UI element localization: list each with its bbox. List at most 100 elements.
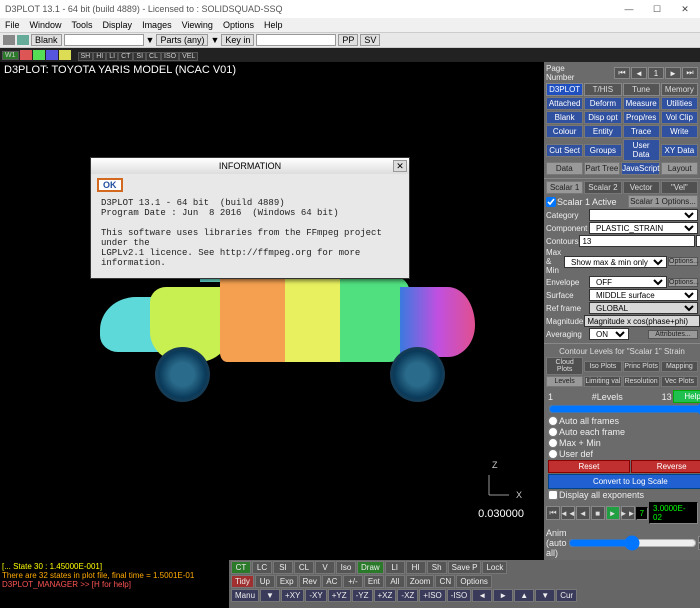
parts-dropdown[interactable]: Parts (any): [156, 34, 208, 46]
view-vel-button[interactable]: VEL: [179, 52, 198, 61]
panel-userdata[interactable]: User Data: [623, 139, 660, 161]
bottom-cn[interactable]: CN: [435, 575, 455, 588]
bottom-li[interactable]: LI: [385, 561, 405, 574]
bottom-xz[interactable]: -XZ: [397, 589, 418, 602]
component-select[interactable]: PLASTIC_STRAIN: [589, 222, 698, 234]
tab-vecplots[interactable]: Vec Plots: [661, 376, 698, 387]
contours-n[interactable]: [579, 235, 695, 247]
bottom-xy[interactable]: +XY: [281, 589, 304, 602]
anim-slider[interactable]: [568, 539, 697, 547]
bottom-ct[interactable]: CT: [231, 561, 251, 574]
bottom-hi[interactable]: HI: [406, 561, 426, 574]
page-next-icon[interactable]: ►: [665, 67, 681, 79]
bottom-ac[interactable]: AC: [322, 575, 342, 588]
btn-layout[interactable]: Layout: [661, 162, 698, 175]
bottom-[interactable]: ►: [493, 589, 513, 602]
menu-help[interactable]: Help: [264, 20, 283, 30]
tab-levels[interactable]: Levels: [546, 376, 583, 387]
bottom-lc[interactable]: LC: [252, 561, 272, 574]
surface-select[interactable]: MIDDLE surface: [589, 289, 698, 301]
userdef-radio[interactable]: [548, 449, 558, 459]
panel-xydata[interactable]: XY Data: [661, 144, 698, 157]
bottom-tidy[interactable]: Tidy: [231, 575, 254, 588]
tab-dplot[interactable]: D3PLOT: [546, 83, 583, 96]
record-icon[interactable]: [20, 50, 32, 60]
btn-parttree[interactable]: Part Tree: [584, 162, 621, 175]
tab-cloudplots[interactable]: Cloud Plots: [546, 357, 583, 375]
scalar1-active-checkbox[interactable]: [546, 197, 556, 207]
bottom-cl[interactable]: CL: [294, 561, 314, 574]
view-ct-button[interactable]: CT: [118, 52, 133, 61]
tab-mapping[interactable]: Mapping: [661, 361, 698, 372]
dialog-ok-button[interactable]: OK: [97, 178, 123, 192]
globe-icon[interactable]: [17, 35, 29, 45]
tab-vector[interactable]: Vector: [623, 181, 660, 194]
panel-blank[interactable]: Blank: [546, 111, 583, 124]
panel-dispopt[interactable]: Disp opt: [584, 111, 621, 124]
contours-mode[interactable]: Auto all Medium: [696, 235, 700, 247]
tab-limitingval[interactable]: Limiting val: [584, 376, 621, 387]
3d-viewport[interactable]: D3PLOT: TOYOTA YARIS MODEL (NCAC V01) Z …: [0, 62, 544, 560]
category-select[interactable]: [589, 209, 698, 221]
pp-button[interactable]: PP: [338, 34, 358, 46]
bottom-xz[interactable]: +XZ: [374, 589, 397, 602]
tab-isoplots[interactable]: Iso Plots: [584, 361, 621, 372]
dialog-close-icon[interactable]: ✕: [393, 160, 407, 172]
attributes-button[interactable]: Attributes...: [648, 330, 698, 339]
w1-button[interactable]: W1: [2, 51, 19, 60]
view-cl-button[interactable]: CL: [146, 52, 161, 61]
bottom-up[interactable]: Up: [255, 575, 275, 588]
tab-scalar2[interactable]: Scalar 2: [584, 181, 621, 194]
dialog-titlebar[interactable]: INFORMATION ✕: [91, 158, 409, 174]
anim-fwd-icon[interactable]: ►►: [621, 506, 635, 520]
menu-images[interactable]: Images: [142, 20, 172, 30]
view-si-button[interactable]: SI: [133, 52, 146, 61]
panel-entity[interactable]: Entity: [584, 125, 621, 138]
bottom-iso[interactable]: +ISO: [419, 589, 445, 602]
tab-princplots[interactable]: Princ Plots: [623, 361, 660, 372]
panel-trace[interactable]: Trace: [623, 125, 660, 138]
menu-tools[interactable]: Tools: [72, 20, 93, 30]
bottom-exp[interactable]: Exp: [276, 575, 298, 588]
maxmin-options[interactable]: Options...: [668, 257, 698, 266]
panel-volclip[interactable]: Vol Clip: [661, 111, 698, 124]
view-hi-button[interactable]: HI: [93, 52, 106, 61]
panel-write[interactable]: Write: [661, 125, 698, 138]
bottom-options[interactable]: Options: [456, 575, 492, 588]
menu-window[interactable]: Window: [30, 20, 62, 30]
bottom-yz[interactable]: -YZ: [352, 589, 373, 602]
tab-tune[interactable]: Tune: [623, 83, 660, 96]
stop-icon[interactable]: [46, 50, 58, 60]
home-icon[interactable]: [3, 35, 15, 45]
anim-first-icon[interactable]: ⏮: [546, 506, 560, 520]
bottom-xy[interactable]: -XY: [305, 589, 326, 602]
anim-rew-icon[interactable]: ◄◄: [561, 506, 575, 520]
tab-scalar1[interactable]: Scalar 1: [546, 181, 583, 194]
panel-groups[interactable]: Groups: [584, 144, 621, 157]
bottom-v[interactable]: V: [315, 561, 335, 574]
minimize-button[interactable]: —: [619, 4, 639, 15]
envelope-options[interactable]: Options...: [668, 278, 698, 287]
close-button[interactable]: ✕: [675, 4, 695, 15]
panel-colour[interactable]: Colour: [546, 125, 583, 138]
reverse-button[interactable]: Reverse: [631, 460, 700, 473]
bottom-sh[interactable]: Sh: [427, 561, 447, 574]
maxmin-radio[interactable]: [548, 438, 558, 448]
btn-data[interactable]: Data: [546, 162, 583, 175]
view-iso-button[interactable]: ISO: [161, 52, 179, 61]
reset-button[interactable]: Reset: [548, 460, 630, 473]
view-li-button[interactable]: LI: [106, 52, 118, 61]
play-icon[interactable]: [33, 50, 45, 60]
tab-vel[interactable]: "Vel": [661, 181, 698, 194]
page-first-icon[interactable]: ⏮: [614, 67, 630, 79]
bottom-[interactable]: ◄: [472, 589, 492, 602]
menu-viewing[interactable]: Viewing: [182, 20, 213, 30]
envelope-select[interactable]: OFF: [589, 276, 667, 288]
pause-icon[interactable]: [59, 50, 71, 60]
bottom-rev[interactable]: Rev: [299, 575, 321, 588]
menu-options[interactable]: Options: [223, 20, 254, 30]
bottom-lock[interactable]: Lock: [482, 561, 507, 574]
tab-this[interactable]: T/HIS: [584, 83, 621, 96]
scalar1-options-button[interactable]: Scalar 1 Options...: [628, 195, 698, 208]
panel-utilities[interactable]: Utilities: [661, 97, 698, 110]
